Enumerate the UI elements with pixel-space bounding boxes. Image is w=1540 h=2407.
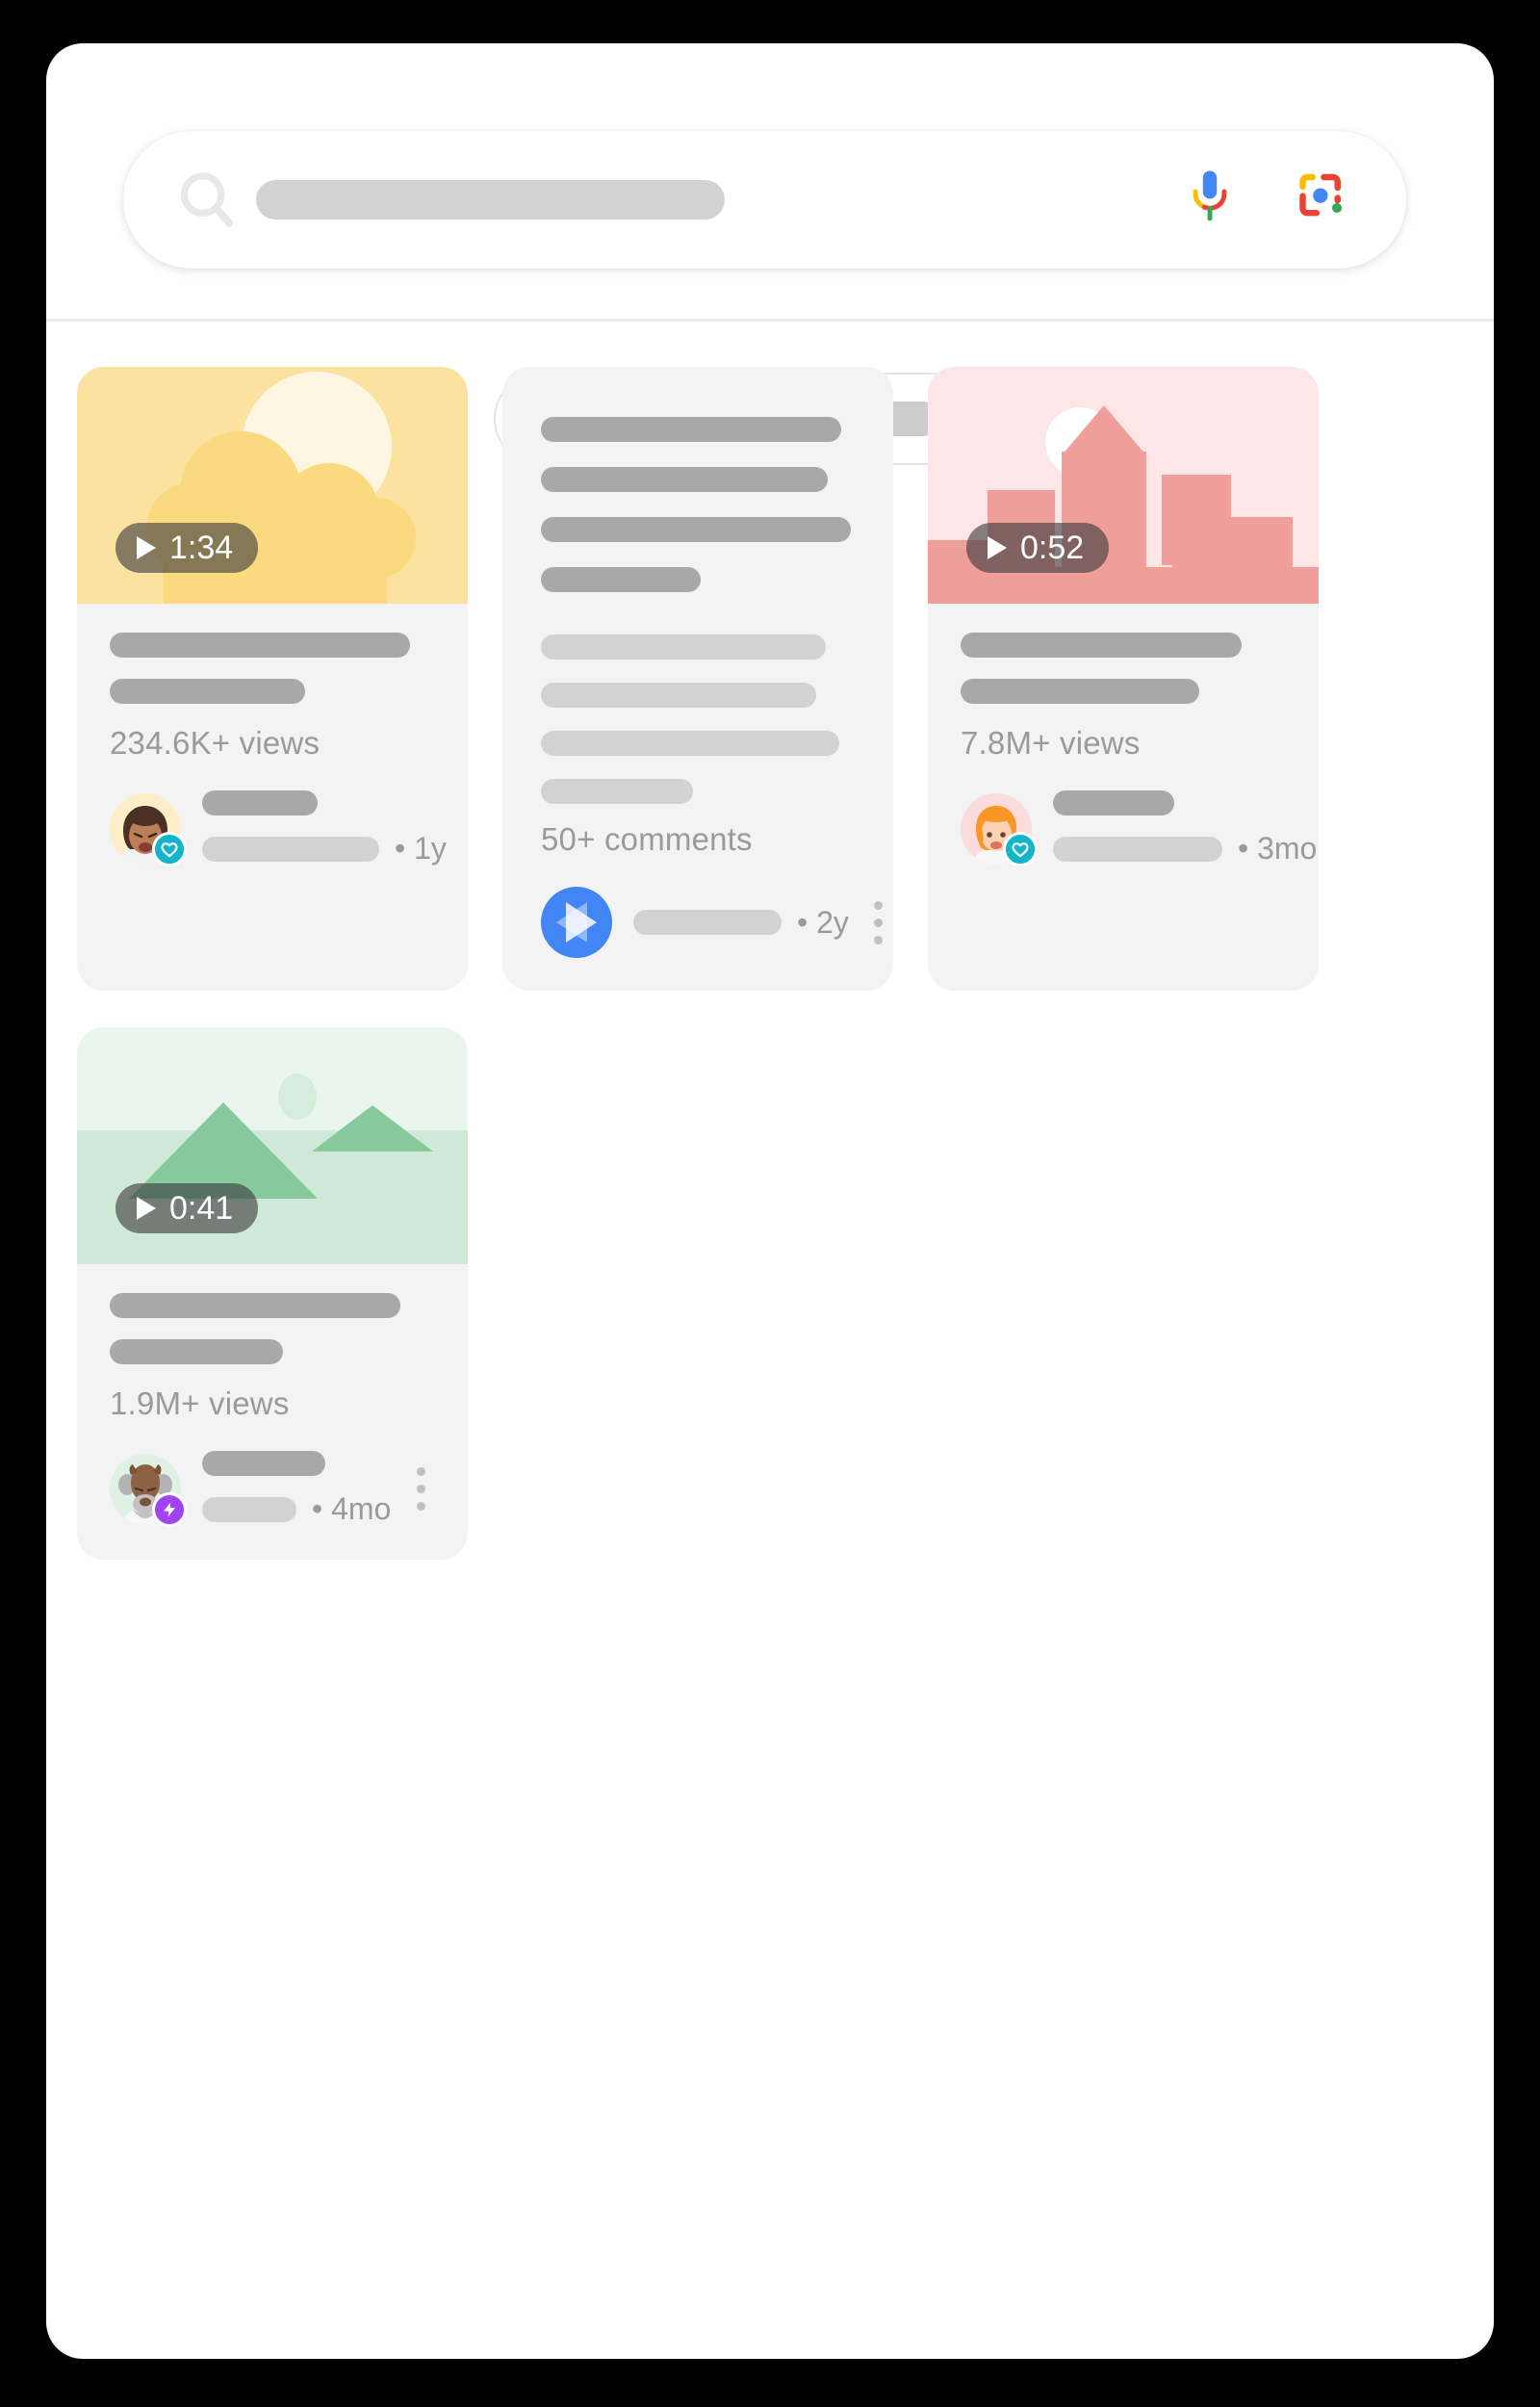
- result-card-video-clouds[interactable]: 1:34 234.6K+ views • 1y: [77, 367, 468, 991]
- comment-count: 50+ comments: [541, 821, 753, 857]
- body-skeleton-line: [541, 517, 851, 542]
- card-footer: • 3mo: [961, 790, 1317, 867]
- author-skeleton: [1053, 790, 1174, 815]
- title-skeleton-line: [110, 679, 305, 704]
- body-skeleton-line: [541, 779, 693, 804]
- author-skeleton: [202, 790, 318, 815]
- body-skeleton-line: [541, 683, 816, 708]
- body-skeleton-line: [541, 467, 828, 492]
- thumbnail-sun-behind-clouds[interactable]: 1:34: [77, 367, 468, 604]
- avatar[interactable]: [541, 887, 612, 958]
- more-options-icon[interactable]: [460, 807, 468, 850]
- body-skeleton-line: [541, 417, 841, 442]
- search-bar[interactable]: [123, 131, 1406, 269]
- source-skeleton: [1053, 836, 1222, 862]
- card-body: 234.6K+ views • 1y: [77, 604, 468, 899]
- card-body: 7.8M+ views • 3mo: [928, 604, 1319, 899]
- source-skeleton: [633, 910, 782, 935]
- age-label: • 2y: [797, 904, 849, 940]
- avatar[interactable]: [110, 1453, 187, 1527]
- body-skeleton-line: [541, 634, 826, 660]
- card-body: 1.9M+ views • 4mo: [77, 1264, 468, 1560]
- card-footer: • 1y: [110, 790, 447, 867]
- card-footer: • 4mo: [110, 1451, 435, 1527]
- duration-label: 0:52: [1020, 529, 1085, 566]
- avatar[interactable]: [961, 792, 1038, 867]
- heart-verified-badge: [1003, 831, 1038, 867]
- heart-verified-badge: [152, 831, 187, 867]
- duration-label: 1:34: [169, 529, 234, 566]
- header-divider: [46, 319, 1494, 322]
- author-skeleton: [202, 1451, 325, 1476]
- age-label: • 4mo: [312, 1491, 392, 1526]
- results-grid: 1:34 234.6K+ views • 1y 50+ comments • 2…: [77, 367, 1463, 1560]
- view-count: 234.6K+ views: [110, 725, 321, 761]
- source-skeleton: [202, 1496, 296, 1522]
- thumbnail-pink-city-skyline[interactable]: 0:52: [928, 367, 1319, 604]
- more-options-icon[interactable]: [404, 1467, 437, 1511]
- duration-label: 0:41: [169, 1189, 234, 1227]
- play-icon: [137, 536, 156, 559]
- lightning-bolt-badge: [152, 1491, 187, 1527]
- body-skeleton-line: [541, 731, 839, 756]
- search-input[interactable]: [256, 180, 725, 220]
- title-skeleton-line: [110, 633, 410, 658]
- duration-badge: 0:52: [966, 523, 1110, 573]
- duration-badge: 0:41: [116, 1183, 259, 1233]
- result-card-video-mountains[interactable]: 0:41 1.9M+ views • 4mo: [77, 1027, 468, 1560]
- search-icon: [173, 167, 248, 234]
- title-skeleton-line: [110, 1293, 400, 1318]
- view-count: 1.9M+ views: [110, 1385, 290, 1421]
- source-skeleton: [202, 836, 379, 862]
- footer-skeleton-lines: • 1y: [202, 790, 447, 867]
- card-footer: • 2y: [541, 887, 884, 958]
- footer-skeleton-lines: • 4mo: [202, 1451, 391, 1527]
- play-icon: [988, 536, 1007, 559]
- result-card-text-comments[interactable]: 50+ comments • 2y: [502, 367, 893, 991]
- more-options-icon[interactable]: [862, 900, 893, 945]
- avatar[interactable]: [110, 792, 187, 867]
- age-label: • 1y: [395, 831, 447, 866]
- title-skeleton-line: [961, 679, 1199, 704]
- view-count: 7.8M+ views: [961, 725, 1141, 761]
- search-actions: [1183, 166, 1352, 234]
- card-body: 50+ comments • 2y: [502, 367, 893, 991]
- body-skeleton-line: [541, 567, 701, 592]
- play-icon: [137, 1197, 156, 1220]
- footer-skeleton-lines: • 3mo: [1053, 790, 1317, 867]
- duration-badge: 1:34: [116, 523, 259, 573]
- app-window: Perspectives: [46, 43, 1494, 2359]
- age-label: • 3mo: [1238, 831, 1318, 866]
- footer-skeleton-lines: • 2y: [633, 905, 849, 941]
- google-lens-icon[interactable]: [1293, 168, 1352, 232]
- thumbnail-green-mountains[interactable]: 0:41: [77, 1027, 468, 1264]
- result-card-video-city[interactable]: 0:52 7.8M+ views • 3mo: [928, 367, 1319, 991]
- title-skeleton-line: [961, 633, 1242, 658]
- microphone-icon[interactable]: [1183, 166, 1237, 234]
- title-skeleton-line: [110, 1339, 283, 1364]
